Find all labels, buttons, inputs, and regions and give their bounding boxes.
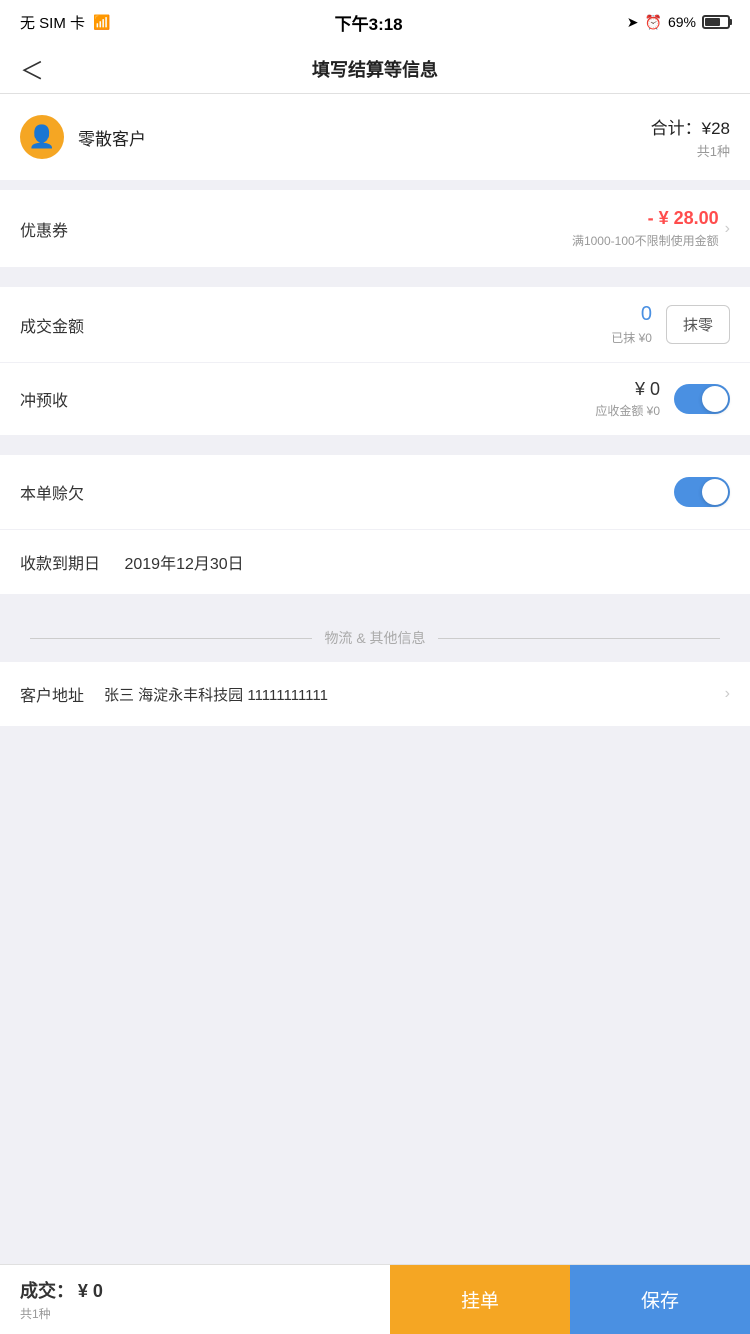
round-zero-button[interactable]: 抹零 bbox=[666, 305, 730, 344]
prepayment-amounts: ¥ 0 应收金额 ¥0 bbox=[595, 379, 660, 419]
transaction-right: 0 已抹 ¥0 抹零 bbox=[611, 303, 730, 346]
coupon-amount: - ¥ 28.00 bbox=[572, 208, 719, 229]
wifi-icon: 📶 bbox=[93, 14, 110, 31]
bottom-total: 成交： ¥ 0 bbox=[20, 1277, 370, 1303]
bottom-amount: ¥ 0 bbox=[78, 1281, 103, 1301]
content: 👤 零散客户 合计：¥28 共1种 优惠券 - ¥ 28.00 满1000-10… bbox=[0, 94, 750, 816]
status-right: ➤ ⏰ 69% bbox=[627, 14, 730, 31]
credit-label: 本单赊欠 bbox=[20, 480, 84, 504]
address-card[interactable]: 客户地址 张三 海淀永丰科技园 11111111111 › bbox=[0, 662, 750, 726]
address-chevron-icon: › bbox=[725, 685, 730, 703]
address-value: 张三 海淀永丰科技园 11111111111 bbox=[104, 684, 725, 705]
prepayment-label: 冲预收 bbox=[20, 387, 68, 411]
bottom-info: 成交： ¥ 0 共1种 bbox=[0, 1277, 390, 1322]
due-date-row: 收款到期日 2019年12月30日 bbox=[0, 529, 750, 594]
battery-percent: 69% bbox=[668, 14, 696, 30]
avatar: 👤 bbox=[20, 115, 64, 159]
credit-row: 本单赊欠 bbox=[0, 455, 750, 529]
transaction-sub: 已抹 ¥0 bbox=[611, 329, 652, 346]
customer-name: 零散客户 bbox=[78, 125, 146, 150]
bottom-label: 成交： bbox=[20, 1281, 74, 1301]
hold-button[interactable]: 挂单 bbox=[390, 1265, 570, 1334]
nav-bar: ＜ 填写结算等信息 bbox=[0, 44, 750, 94]
customer-left: 👤 零散客户 bbox=[20, 115, 146, 159]
status-bar: 无 SIM 卡 📶 下午3:18 ➤ ⏰ 69% bbox=[0, 0, 750, 44]
coupon-label: 优惠券 bbox=[20, 217, 68, 241]
total-count: 共1种 bbox=[651, 141, 730, 160]
prepayment-main: ¥ 0 bbox=[595, 379, 660, 400]
customer-row: 👤 零散客户 合计：¥28 共1种 bbox=[0, 94, 750, 180]
address-row[interactable]: 客户地址 张三 海淀永丰科技园 11111111111 › bbox=[0, 662, 750, 726]
coupon-row[interactable]: 优惠券 - ¥ 28.00 满1000-100不限制使用金额 › bbox=[0, 190, 750, 267]
logistics-line-right bbox=[438, 638, 720, 639]
coupon-chevron-icon: › bbox=[725, 220, 730, 238]
prepayment-sub: 应收金额 ¥0 bbox=[595, 402, 660, 419]
credit-toggle-thumb bbox=[702, 479, 728, 505]
prepayment-row: 冲预收 ¥ 0 应收金额 ¥0 bbox=[0, 362, 750, 435]
status-time: 下午3:18 bbox=[335, 10, 403, 35]
credit-card: 本单赊欠 收款到期日 2019年12月30日 bbox=[0, 455, 750, 594]
coupon-desc: 满1000-100不限制使用金额 bbox=[572, 232, 719, 249]
page-title: 填写结算等信息 bbox=[312, 56, 438, 82]
prepayment-right: ¥ 0 应收金额 ¥0 bbox=[595, 379, 730, 419]
save-button[interactable]: 保存 bbox=[570, 1265, 750, 1334]
toggle-thumb bbox=[702, 386, 728, 412]
transaction-label: 成交金额 bbox=[20, 313, 84, 337]
prepayment-toggle[interactable] bbox=[674, 384, 730, 414]
status-left: 无 SIM 卡 📶 bbox=[20, 12, 110, 33]
section-gap-1 bbox=[0, 277, 750, 287]
coupon-right: - ¥ 28.00 满1000-100不限制使用金额 › bbox=[572, 208, 730, 249]
back-button[interactable]: ＜ bbox=[20, 51, 44, 86]
transaction-card: 成交金额 0 已抹 ¥0 抹零 冲预收 ¥ 0 应收金额 ¥0 bbox=[0, 287, 750, 435]
customer-summary: 合计：¥28 共1种 bbox=[651, 114, 730, 160]
bottom-bar: 成交： ¥ 0 共1种 挂单 保存 bbox=[0, 1264, 750, 1334]
battery-icon bbox=[702, 15, 730, 29]
bottom-count: 共1种 bbox=[20, 1305, 370, 1322]
location-icon: ➤ bbox=[627, 14, 639, 31]
logistics-label: 物流 & 其他信息 bbox=[324, 628, 425, 648]
transaction-value: 0 bbox=[641, 303, 652, 325]
customer-card: 👤 零散客户 合计：¥28 共1种 bbox=[0, 94, 750, 180]
total-price: 合计：¥28 bbox=[651, 114, 730, 139]
due-date-value: 2019年12月30日 bbox=[124, 550, 243, 574]
address-label: 客户地址 bbox=[20, 682, 90, 706]
section-gap-3 bbox=[0, 604, 750, 614]
logistics-header: 物流 & 其他信息 bbox=[0, 614, 750, 662]
sim-text: 无 SIM 卡 bbox=[20, 12, 85, 33]
coupon-card[interactable]: 优惠券 - ¥ 28.00 满1000-100不限制使用金额 › bbox=[0, 190, 750, 267]
logistics-line-left bbox=[30, 638, 312, 639]
alarm-icon: ⏰ bbox=[645, 14, 662, 31]
credit-toggle[interactable] bbox=[674, 477, 730, 507]
section-gap-2 bbox=[0, 445, 750, 455]
transaction-row: 成交金额 0 已抹 ¥0 抹零 bbox=[0, 287, 750, 362]
due-date-label: 收款到期日 bbox=[20, 556, 100, 573]
